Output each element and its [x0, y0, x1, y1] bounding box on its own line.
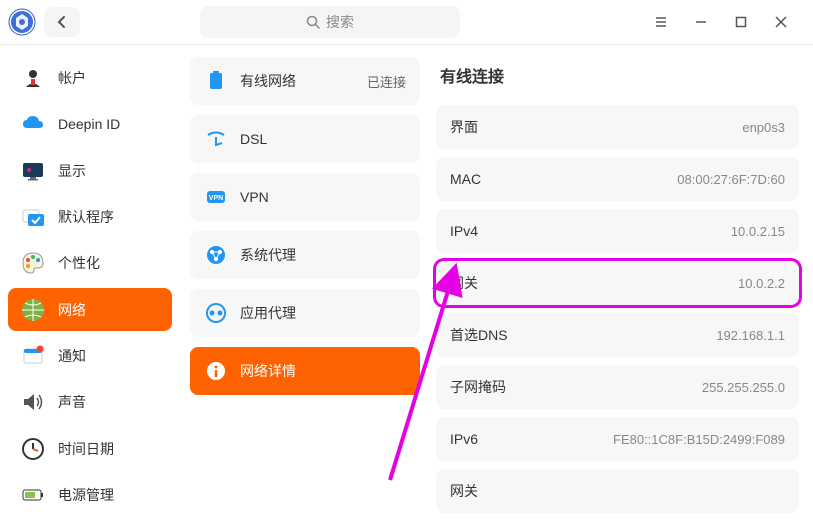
- network-submenu: 有线网络 已连接 DSL VPN VPN 系统代理 应用代理: [180, 45, 430, 528]
- account-icon: [20, 65, 46, 91]
- sidebar-item-label: 默认程序: [58, 207, 114, 227]
- detail-row-ipv4: IPv4 10.0.2.15: [436, 209, 799, 253]
- system-proxy-icon: [204, 243, 228, 267]
- sidebar-item-label: Deepin ID: [58, 116, 120, 132]
- detail-label: IPv6: [450, 431, 478, 447]
- submenu-label: 有线网络: [240, 71, 296, 91]
- close-button[interactable]: [773, 14, 789, 30]
- submenu-system-proxy[interactable]: 系统代理: [190, 231, 420, 279]
- detail-row-netmask: 子网掩码 255.255.255.0: [436, 365, 799, 409]
- detail-row-ipv6: IPv6 FE80::1C8F:B15D:2499:F089: [436, 417, 799, 461]
- detail-label: 界面: [450, 117, 478, 137]
- detail-label: 网关: [450, 481, 478, 501]
- detail-row-dns: 首选DNS 192.168.1.1: [436, 313, 799, 357]
- sidebar-item-personalization[interactable]: 个性化: [8, 242, 172, 284]
- sidebar-item-label: 网络: [58, 300, 86, 320]
- submenu-wired[interactable]: 有线网络 已连接: [190, 57, 420, 105]
- submenu-label: 网络详情: [240, 361, 296, 381]
- search-input[interactable]: 搜索: [200, 6, 460, 38]
- sidebar-item-display[interactable]: 显示: [8, 150, 172, 192]
- detail-value: enp0s3: [742, 120, 785, 135]
- search-icon: [306, 15, 320, 29]
- sidebar-item-default-apps[interactable]: 默认程序: [8, 196, 172, 238]
- submenu-vpn[interactable]: VPN VPN: [190, 173, 420, 221]
- sidebar-item-datetime[interactable]: 时间日期: [8, 427, 172, 469]
- titlebar: 搜索: [0, 0, 813, 45]
- sidebar-item-label: 帐户: [58, 68, 86, 88]
- submenu-label: VPN: [240, 189, 269, 205]
- sidebar-item-network[interactable]: 网络: [8, 288, 172, 330]
- battery-icon: [20, 482, 46, 508]
- detail-panel: 有线连接 界面 enp0s3 MAC 08:00:27:6F:7D:60 IPv…: [430, 45, 813, 528]
- detail-label: IPv4: [450, 223, 478, 239]
- notification-icon: [20, 343, 46, 369]
- submenu-label: 应用代理: [240, 303, 296, 323]
- detail-value: 10.0.2.15: [731, 224, 785, 239]
- sound-icon: [20, 389, 46, 415]
- vpn-icon: VPN: [204, 185, 228, 209]
- clock-icon: [20, 436, 46, 462]
- detail-label: 首选DNS: [450, 325, 508, 345]
- detail-value: 10.0.2.2: [738, 276, 785, 291]
- app-icon: [8, 8, 36, 36]
- sidebar-item-notification[interactable]: 通知: [8, 335, 172, 377]
- sidebar-item-label: 通知: [58, 346, 86, 366]
- sidebar-item-label: 声音: [58, 392, 86, 412]
- sidebar-item-label: 显示: [58, 161, 86, 181]
- search-placeholder: 搜索: [326, 12, 354, 32]
- sidebar: 帐户 Deepin ID 显示 默认程序 个性化: [0, 45, 180, 528]
- detail-label: MAC: [450, 171, 481, 187]
- sidebar-item-account[interactable]: 帐户: [8, 57, 172, 99]
- cloud-icon: [20, 111, 46, 137]
- detail-title: 有线连接: [436, 57, 799, 97]
- detail-row-interface: 界面 enp0s3: [436, 105, 799, 149]
- sidebar-item-label: 时间日期: [58, 439, 114, 459]
- submenu-dsl[interactable]: DSL: [190, 115, 420, 163]
- palette-icon: [20, 250, 46, 276]
- connection-status: 已连接: [367, 72, 406, 91]
- network-icon: [20, 297, 46, 323]
- back-button[interactable]: [44, 7, 80, 37]
- detail-value: 192.168.1.1: [716, 328, 785, 343]
- detail-row-mac: MAC 08:00:27:6F:7D:60: [436, 157, 799, 201]
- submenu-label: DSL: [240, 131, 267, 147]
- detail-label: 网关: [450, 273, 478, 293]
- detail-value: 255.255.255.0: [702, 380, 785, 395]
- minimize-button[interactable]: [693, 14, 709, 30]
- detail-row-gateway: 网关 10.0.2.2: [436, 261, 799, 305]
- submenu-network-details[interactable]: 网络详情: [190, 347, 420, 395]
- detail-value: 08:00:27:6F:7D:60: [677, 172, 785, 187]
- submenu-label: 系统代理: [240, 245, 296, 265]
- app-proxy-icon: [204, 301, 228, 325]
- svg-text:VPN: VPN: [209, 195, 223, 202]
- detail-label: 子网掩码: [450, 377, 506, 397]
- sidebar-item-label: 电源管理: [58, 485, 114, 505]
- info-icon: [204, 359, 228, 383]
- maximize-button[interactable]: [733, 14, 749, 30]
- detail-value: FE80::1C8F:B15D:2499:F089: [613, 432, 785, 447]
- sidebar-item-label: 个性化: [58, 253, 100, 273]
- dsl-icon: [204, 127, 228, 151]
- detail-row-gateway6: 网关: [436, 469, 799, 513]
- wired-icon: [204, 69, 228, 93]
- menu-button[interactable]: [653, 14, 669, 30]
- default-apps-icon: [20, 204, 46, 230]
- window-controls: [653, 14, 805, 30]
- sidebar-item-sound[interactable]: 声音: [8, 381, 172, 423]
- sidebar-item-deepin-id[interactable]: Deepin ID: [8, 103, 172, 145]
- sidebar-item-power[interactable]: 电源管理: [8, 474, 172, 516]
- submenu-app-proxy[interactable]: 应用代理: [190, 289, 420, 337]
- display-icon: [20, 158, 46, 184]
